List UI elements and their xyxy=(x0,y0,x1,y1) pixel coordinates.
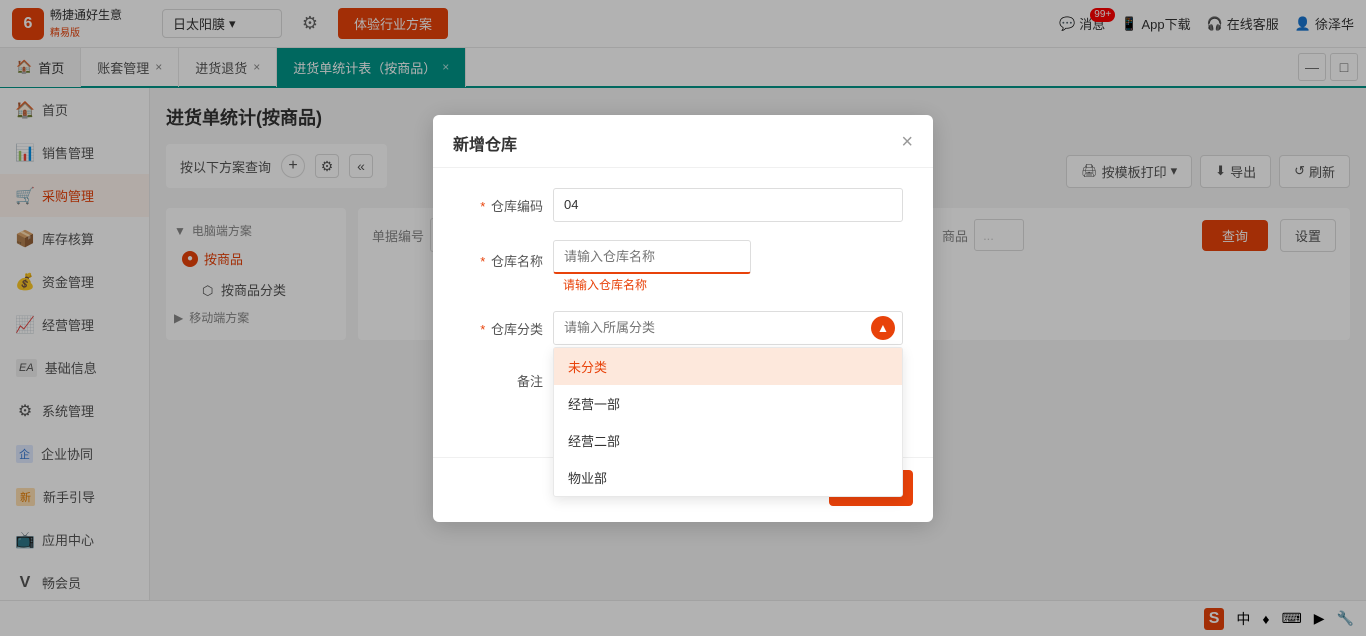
form-row-code: * 仓库编码 xyxy=(463,188,903,222)
modal-close-btn[interactable]: × xyxy=(901,131,913,154)
name-error-msg: 请输入仓库名称 xyxy=(563,276,647,293)
form-row-name: * 仓库名称 请输入仓库名称 xyxy=(463,240,903,293)
category-label: * 仓库分类 xyxy=(463,311,553,338)
dropdown-item-dept1[interactable]: 经营一部 xyxy=(554,385,902,422)
warehouse-code-input[interactable] xyxy=(553,188,903,222)
dropdown-item-property[interactable]: 物业部 xyxy=(554,459,902,496)
warehouse-name-input[interactable] xyxy=(553,240,751,274)
form-row-category: * 仓库分类 ▲ 未分类 经营一部 经营二部 物业部 xyxy=(463,311,903,345)
modal-overlay: 新增仓库 × * 仓库编码 * 仓库名称 xyxy=(0,0,1366,636)
form-row-name-inner: * 仓库名称 xyxy=(463,240,751,274)
name-error-wrap: 请输入仓库名称 xyxy=(563,276,647,293)
name-label: * 仓库名称 xyxy=(463,243,553,270)
modal-body: * 仓库编码 * 仓库名称 请输入仓库名称 xyxy=(433,168,933,457)
dropdown-item-none[interactable]: 未分类 xyxy=(554,348,902,385)
add-warehouse-modal: 新增仓库 × * 仓库编码 * 仓库名称 xyxy=(433,115,933,522)
category-dropdown: 未分类 经营一部 经营二部 物业部 xyxy=(553,347,903,497)
category-select-wrap: ▲ 未分类 经营一部 经营二部 物业部 xyxy=(553,311,903,345)
required-star-category: * xyxy=(480,322,485,337)
required-star-name: * xyxy=(480,254,485,269)
required-star-code: * xyxy=(480,199,485,214)
modal-title: 新增仓库 xyxy=(453,131,517,155)
dropdown-item-dept2[interactable]: 经营二部 xyxy=(554,422,902,459)
modal-header: 新增仓库 × xyxy=(433,115,933,168)
note-label: 备注 xyxy=(463,363,553,390)
code-label: * 仓库编码 xyxy=(463,188,553,215)
category-input[interactable] xyxy=(553,311,903,345)
